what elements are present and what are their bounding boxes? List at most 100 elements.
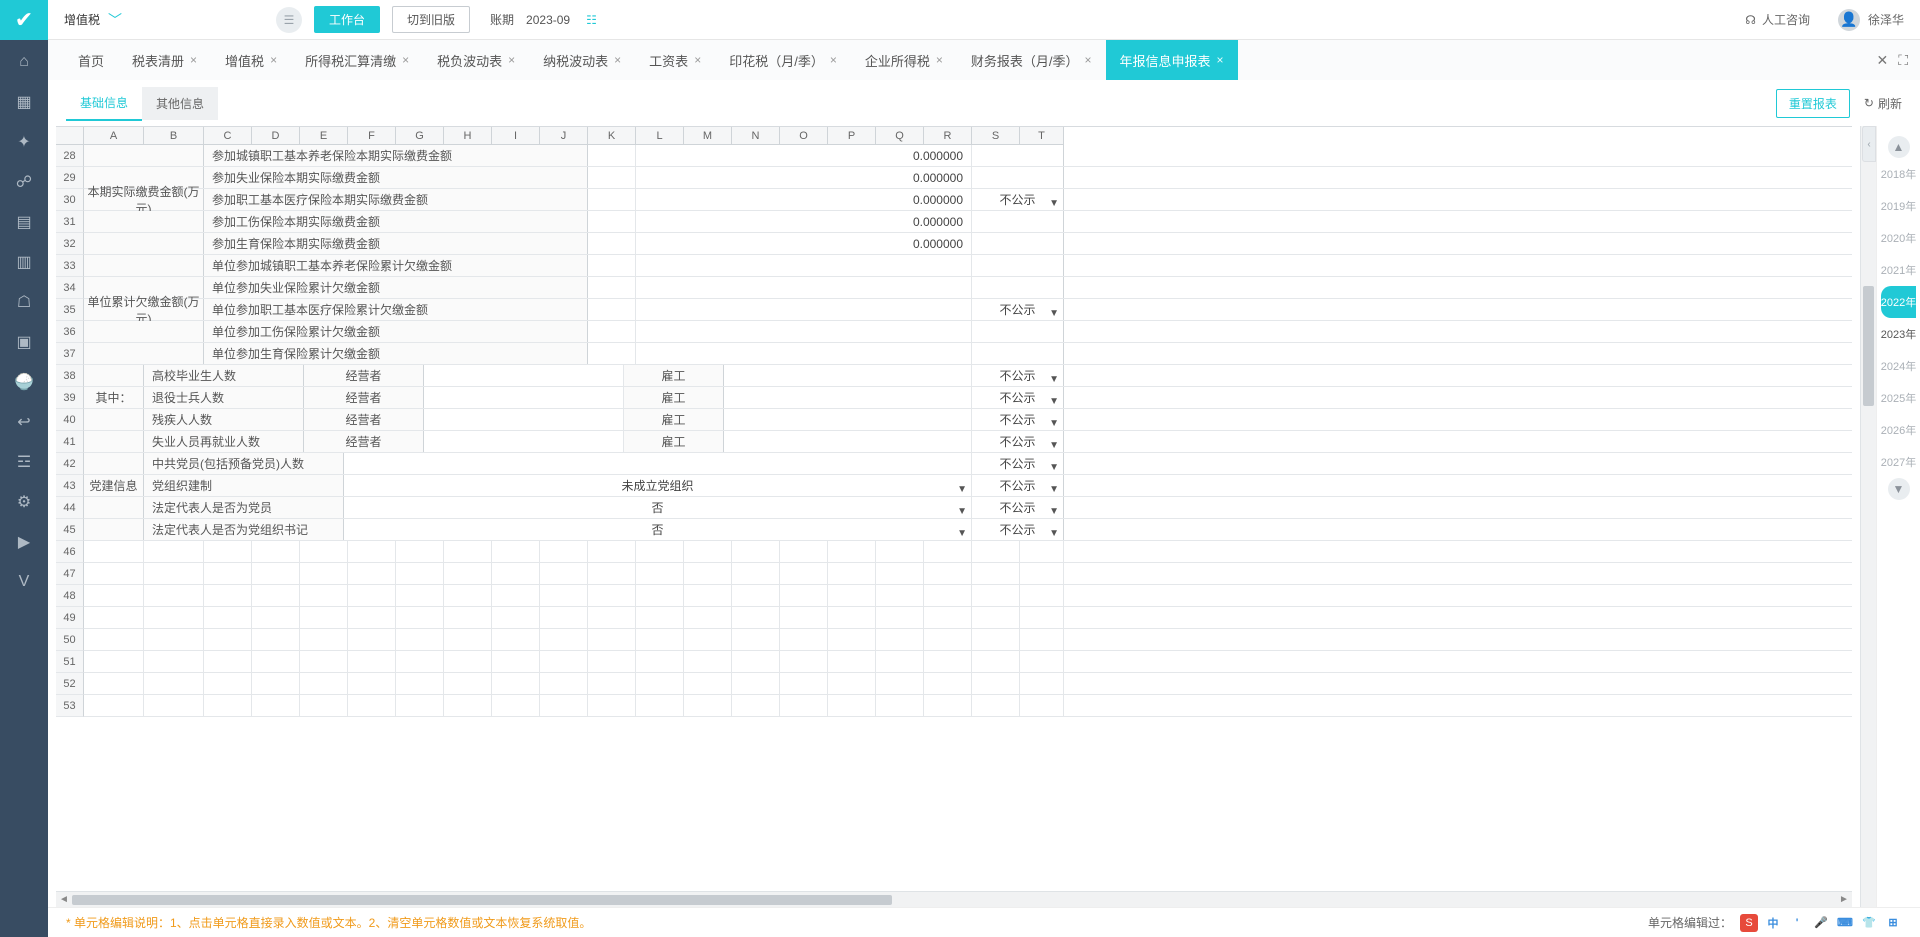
sidebar-monitor-icon[interactable]: ▶: [0, 524, 48, 560]
sidebar-home-icon[interactable]: ⌂: [0, 44, 48, 80]
col-header-K[interactable]: K: [588, 127, 636, 145]
sidebar-link-icon[interactable]: ↩: [0, 404, 48, 440]
row-header[interactable]: 32: [56, 233, 84, 255]
col-header-E[interactable]: E: [300, 127, 348, 145]
col-header-A[interactable]: A: [84, 127, 144, 145]
row-header[interactable]: 52: [56, 673, 84, 695]
year-2020年[interactable]: 2020年: [1881, 222, 1916, 254]
ime-punct-icon[interactable]: ': [1788, 914, 1806, 932]
sidebar-clipboard-icon[interactable]: ▤: [0, 204, 48, 240]
col-header-Q[interactable]: Q: [876, 127, 924, 145]
close-icon[interactable]: ×: [694, 53, 701, 67]
sidebar-doc-icon[interactable]: ▦: [0, 84, 48, 120]
col-header-F[interactable]: F: [348, 127, 396, 145]
year-2023年[interactable]: 2023年: [1881, 318, 1916, 350]
row-header[interactable]: 31: [56, 211, 84, 233]
ime-lang-icon[interactable]: 中: [1764, 914, 1782, 932]
row-header[interactable]: 36: [56, 321, 84, 343]
sidebar-stamp-icon[interactable]: ☖: [0, 284, 48, 320]
tab-home[interactable]: 首页: [64, 40, 118, 80]
row-header[interactable]: 29: [56, 167, 84, 189]
year-2025年[interactable]: 2025年: [1881, 382, 1916, 414]
sidebar-bowl-icon[interactable]: 🍚: [0, 364, 48, 400]
sidebar-grid-icon[interactable]: ▣: [0, 324, 48, 360]
scroll-right-icon[interactable]: ►: [1836, 894, 1852, 905]
year-2018年[interactable]: 2018年: [1881, 158, 1916, 190]
tab-tax-list[interactable]: 税表清册×: [118, 40, 211, 80]
col-header-B[interactable]: B: [144, 127, 204, 145]
sidebar-chart-icon[interactable]: ✦: [0, 124, 48, 160]
calendar-icon[interactable]: ☷: [586, 13, 597, 27]
year-up-icon[interactable]: ▲: [1888, 136, 1910, 158]
ime-keyboard-icon[interactable]: ⌨: [1836, 914, 1854, 932]
year-2026年[interactable]: 2026年: [1881, 414, 1916, 446]
row-header[interactable]: 40: [56, 409, 84, 431]
tabs-expand-icon[interactable]: ⛶: [1898, 52, 1908, 69]
row-header[interactable]: 47: [56, 563, 84, 585]
tab-stamp[interactable]: 印花税（月/季）×: [715, 40, 851, 80]
row-header[interactable]: 38: [56, 365, 84, 387]
row-header[interactable]: 41: [56, 431, 84, 453]
row-header[interactable]: 50: [56, 629, 84, 651]
year-2021年[interactable]: 2021年: [1881, 254, 1916, 286]
row-header[interactable]: 30: [56, 189, 84, 211]
tab-income-settle[interactable]: 所得税汇算清缴×: [291, 40, 423, 80]
row-header[interactable]: 44: [56, 497, 84, 519]
col-header-M[interactable]: M: [684, 127, 732, 145]
close-icon[interactable]: ×: [270, 53, 277, 67]
year-2024年[interactable]: 2024年: [1881, 350, 1916, 382]
year-2019年[interactable]: 2019年: [1881, 190, 1916, 222]
grid[interactable]: 28参加城镇职工基本养老保险本期实际缴费金额0.00000029参加失业保险本期…: [56, 145, 1852, 891]
tab-annual-report[interactable]: 年报信息申报表×: [1106, 40, 1238, 80]
row-header[interactable]: 33: [56, 255, 84, 277]
row-header[interactable]: 45: [56, 519, 84, 541]
close-icon[interactable]: ×: [1217, 53, 1224, 67]
col-header-I[interactable]: I: [492, 127, 540, 145]
tab-tax-burden[interactable]: 税负波动表×: [423, 40, 529, 80]
close-icon[interactable]: ×: [936, 53, 943, 67]
sidebar-gear-icon[interactable]: ⚙: [0, 484, 48, 520]
col-header-H[interactable]: H: [444, 127, 492, 145]
col-header-S[interactable]: S: [972, 127, 1020, 145]
scroll-left-icon[interactable]: ◄: [56, 894, 72, 905]
sidebar-ledger-icon[interactable]: ▥: [0, 244, 48, 280]
col-header-P[interactable]: P: [828, 127, 876, 145]
close-icon[interactable]: ×: [830, 53, 837, 67]
row-header[interactable]: 43: [56, 475, 84, 497]
reset-report-button[interactable]: 重置报表: [1776, 89, 1850, 118]
close-icon[interactable]: ×: [1085, 53, 1092, 67]
row-header[interactable]: 28: [56, 145, 84, 167]
subtab-basic[interactable]: 基础信息: [66, 86, 142, 121]
sidebar-tray-icon[interactable]: ☲: [0, 444, 48, 480]
row-header[interactable]: 35: [56, 299, 84, 321]
row-header[interactable]: 48: [56, 585, 84, 607]
period-value[interactable]: 2023-09: [526, 13, 570, 27]
col-header-J[interactable]: J: [540, 127, 588, 145]
sidebar-v-icon[interactable]: V: [0, 564, 48, 600]
close-icon[interactable]: ×: [614, 53, 621, 67]
row-header[interactable]: 39: [56, 387, 84, 409]
close-icon[interactable]: ×: [190, 53, 197, 67]
col-header-L[interactable]: L: [636, 127, 684, 145]
close-icon[interactable]: ×: [402, 53, 409, 67]
col-header-G[interactable]: G: [396, 127, 444, 145]
year-panel-toggle[interactable]: ‹: [1862, 126, 1876, 162]
tab-fin-report[interactable]: 财务报表（月/季）×: [957, 40, 1106, 80]
tabs-close-all-icon[interactable]: ✕: [1876, 52, 1888, 69]
row-header[interactable]: 46: [56, 541, 84, 563]
ime-mic-icon[interactable]: 🎤: [1812, 914, 1830, 932]
switch-old-button[interactable]: 切到旧版: [392, 6, 470, 33]
user-menu[interactable]: 👤 徐泽华: [1838, 9, 1904, 31]
tab-vat[interactable]: 增值税×: [211, 40, 291, 80]
note-icon[interactable]: ☰: [276, 7, 302, 33]
col-header-N[interactable]: N: [732, 127, 780, 145]
row-header[interactable]: 42: [56, 453, 84, 475]
row-header[interactable]: 51: [56, 651, 84, 673]
horizontal-scrollbar[interactable]: ◄ ►: [56, 891, 1852, 907]
col-header-D[interactable]: D: [252, 127, 300, 145]
row-header[interactable]: 34: [56, 277, 84, 299]
col-header-O[interactable]: O: [780, 127, 828, 145]
col-header-T[interactable]: T: [1020, 127, 1064, 145]
sheet-corner[interactable]: [56, 127, 84, 145]
row-header[interactable]: 37: [56, 343, 84, 365]
